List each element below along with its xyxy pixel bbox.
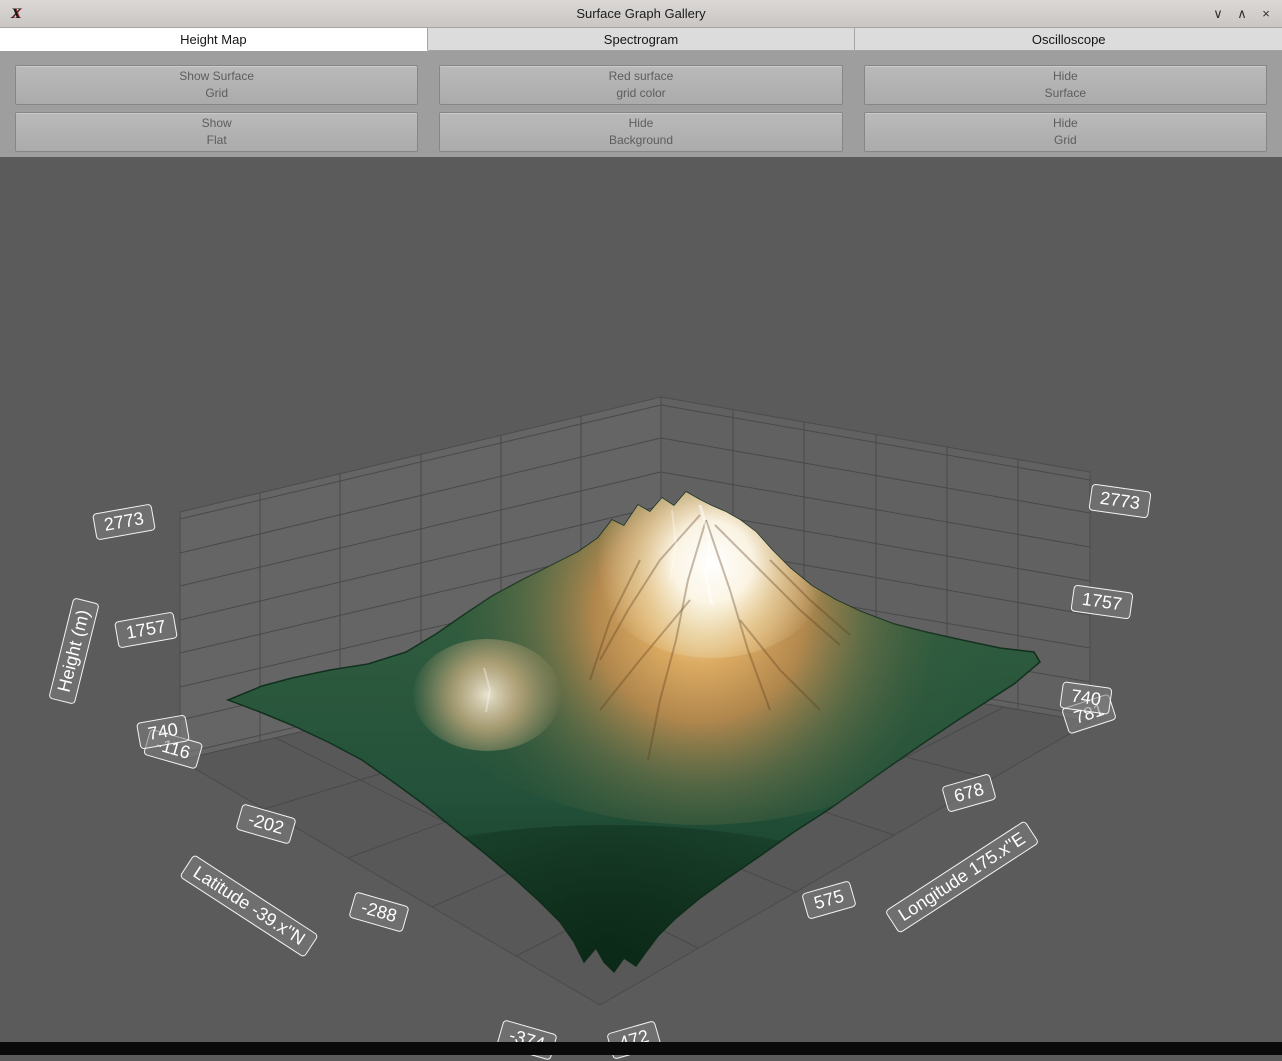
toggle-flat-shading-button[interactable]: Show Flat [15, 112, 418, 152]
tab-bar: Height Map Spectrogram Oscilloscope [0, 28, 1282, 51]
button-label-line: Show Surface [179, 68, 254, 85]
button-label-line: Surface [1045, 85, 1086, 102]
close-window-button[interactable]: × [1256, 4, 1276, 24]
toggle-surface-grid-button[interactable]: Show Surface Grid [15, 65, 418, 105]
window-controls: ∨ ∧ × [1208, 4, 1282, 24]
button-label-line: Hide [1053, 115, 1078, 132]
button-label-line: grid color [616, 85, 665, 102]
toggle-surface-button[interactable]: Hide Surface [864, 65, 1267, 105]
graph-controls-panel: Show Surface Grid Red surface grid color… [0, 51, 1282, 157]
button-label-line: Flat [207, 132, 227, 149]
toggle-background-button[interactable]: Hide Background [439, 112, 842, 152]
tab-spectrogram[interactable]: Spectrogram [428, 28, 856, 51]
app-icon: X [8, 6, 24, 22]
button-label-line: Hide [1053, 68, 1078, 85]
window-titlebar[interactable]: X Surface Graph Gallery ∨ ∧ × [0, 0, 1282, 28]
maximize-window-button[interactable]: ∧ [1232, 4, 1252, 24]
tab-height-map[interactable]: Height Map [0, 28, 428, 51]
button-label-line: Show [202, 115, 232, 132]
button-label-line: Grid [1054, 132, 1077, 149]
tab-oscilloscope[interactable]: Oscilloscope [855, 28, 1282, 51]
button-label-line: Grid [205, 85, 228, 102]
controls-grid: Show Surface Grid Red surface grid color… [15, 65, 1267, 152]
button-label-line: Background [609, 132, 673, 149]
toggle-grid-button[interactable]: Hide Grid [864, 112, 1267, 152]
surface-grid-color-button[interactable]: Red surface grid color [439, 65, 842, 105]
screen-edge-bar [0, 1042, 1282, 1055]
shade-window-button[interactable]: ∨ [1208, 4, 1228, 24]
button-label-line: Hide [629, 115, 654, 132]
button-label-line: Red surface [609, 68, 674, 85]
window-title: Surface Graph Gallery [0, 6, 1282, 21]
